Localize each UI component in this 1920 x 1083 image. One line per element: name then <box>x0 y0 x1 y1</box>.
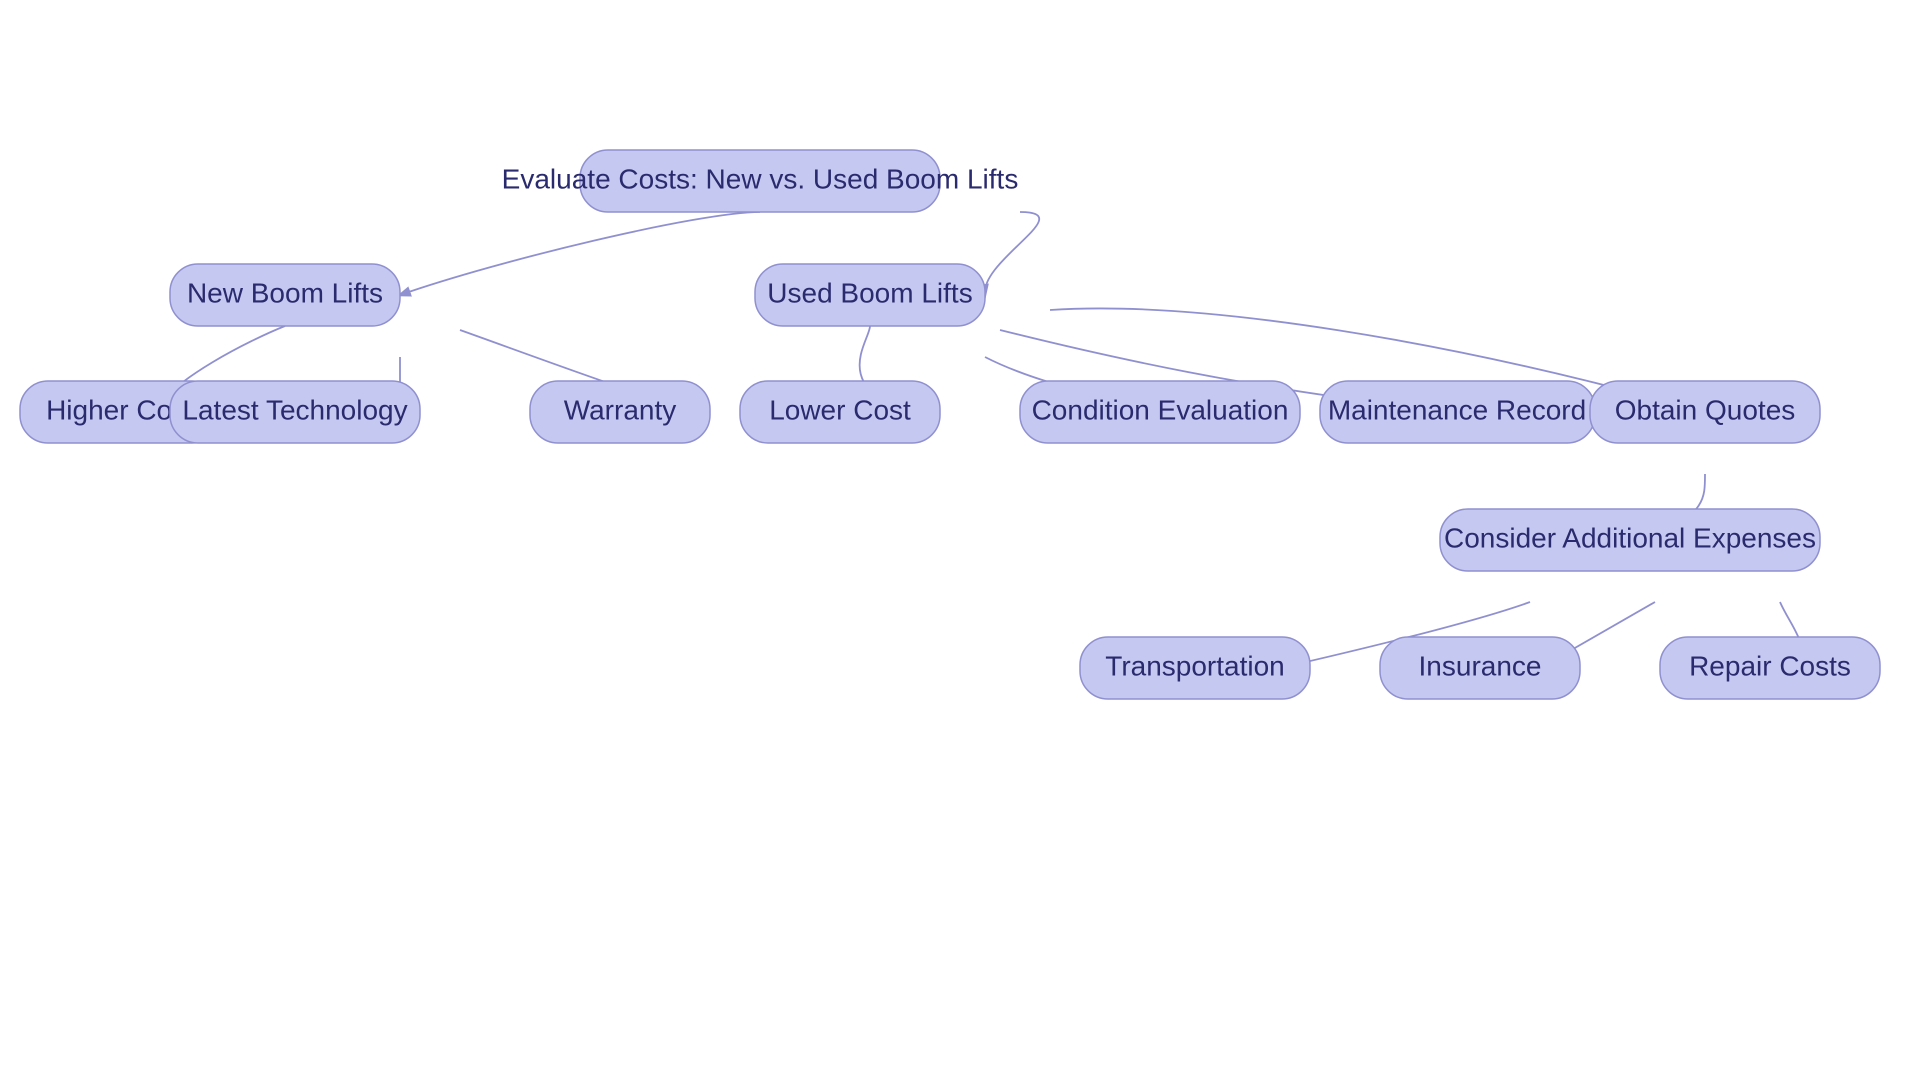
node-obtain-quotes-label: Obtain Quotes <box>1615 394 1796 425</box>
node-root-label: Evaluate Costs: New vs. Used Boom Lifts <box>502 163 1019 194</box>
node-used: Used Boom Lifts <box>755 264 985 326</box>
node-repair-costs: Repair Costs <box>1660 637 1880 699</box>
node-lower-cost-label: Lower Cost <box>769 394 911 425</box>
connector-root-used <box>985 212 1039 295</box>
node-transportation: Transportation <box>1080 637 1310 699</box>
node-latest-tech-label: Latest Technology <box>182 394 407 425</box>
node-condition: Condition Evaluation <box>1020 381 1300 443</box>
node-lower-cost: Lower Cost <box>740 381 940 443</box>
node-latest-tech: Latest Technology <box>170 381 420 443</box>
connector-root-new <box>400 212 760 295</box>
node-insurance: Insurance <box>1380 637 1580 699</box>
node-insurance-label: Insurance <box>1419 650 1542 681</box>
node-maintenance-label: Maintenance Record <box>1328 394 1586 425</box>
node-condition-label: Condition Evaluation <box>1032 394 1289 425</box>
node-new-label: New Boom Lifts <box>187 277 383 308</box>
node-maintenance: Maintenance Record <box>1320 381 1595 443</box>
node-obtain-quotes: Obtain Quotes <box>1590 381 1820 443</box>
node-used-label: Used Boom Lifts <box>767 277 972 308</box>
node-transportation-label: Transportation <box>1105 650 1285 681</box>
node-warranty-label: Warranty <box>564 394 677 425</box>
node-warranty: Warranty <box>530 381 710 443</box>
mindmap-diagram: Evaluate Costs: New vs. Used Boom Lifts … <box>0 0 1920 1083</box>
node-repair-costs-label: Repair Costs <box>1689 650 1851 681</box>
node-new: New Boom Lifts <box>170 264 400 326</box>
node-consider: Consider Additional Expenses <box>1440 509 1820 571</box>
node-consider-label: Consider Additional Expenses <box>1444 522 1816 553</box>
node-root: Evaluate Costs: New vs. Used Boom Lifts <box>502 150 1019 212</box>
